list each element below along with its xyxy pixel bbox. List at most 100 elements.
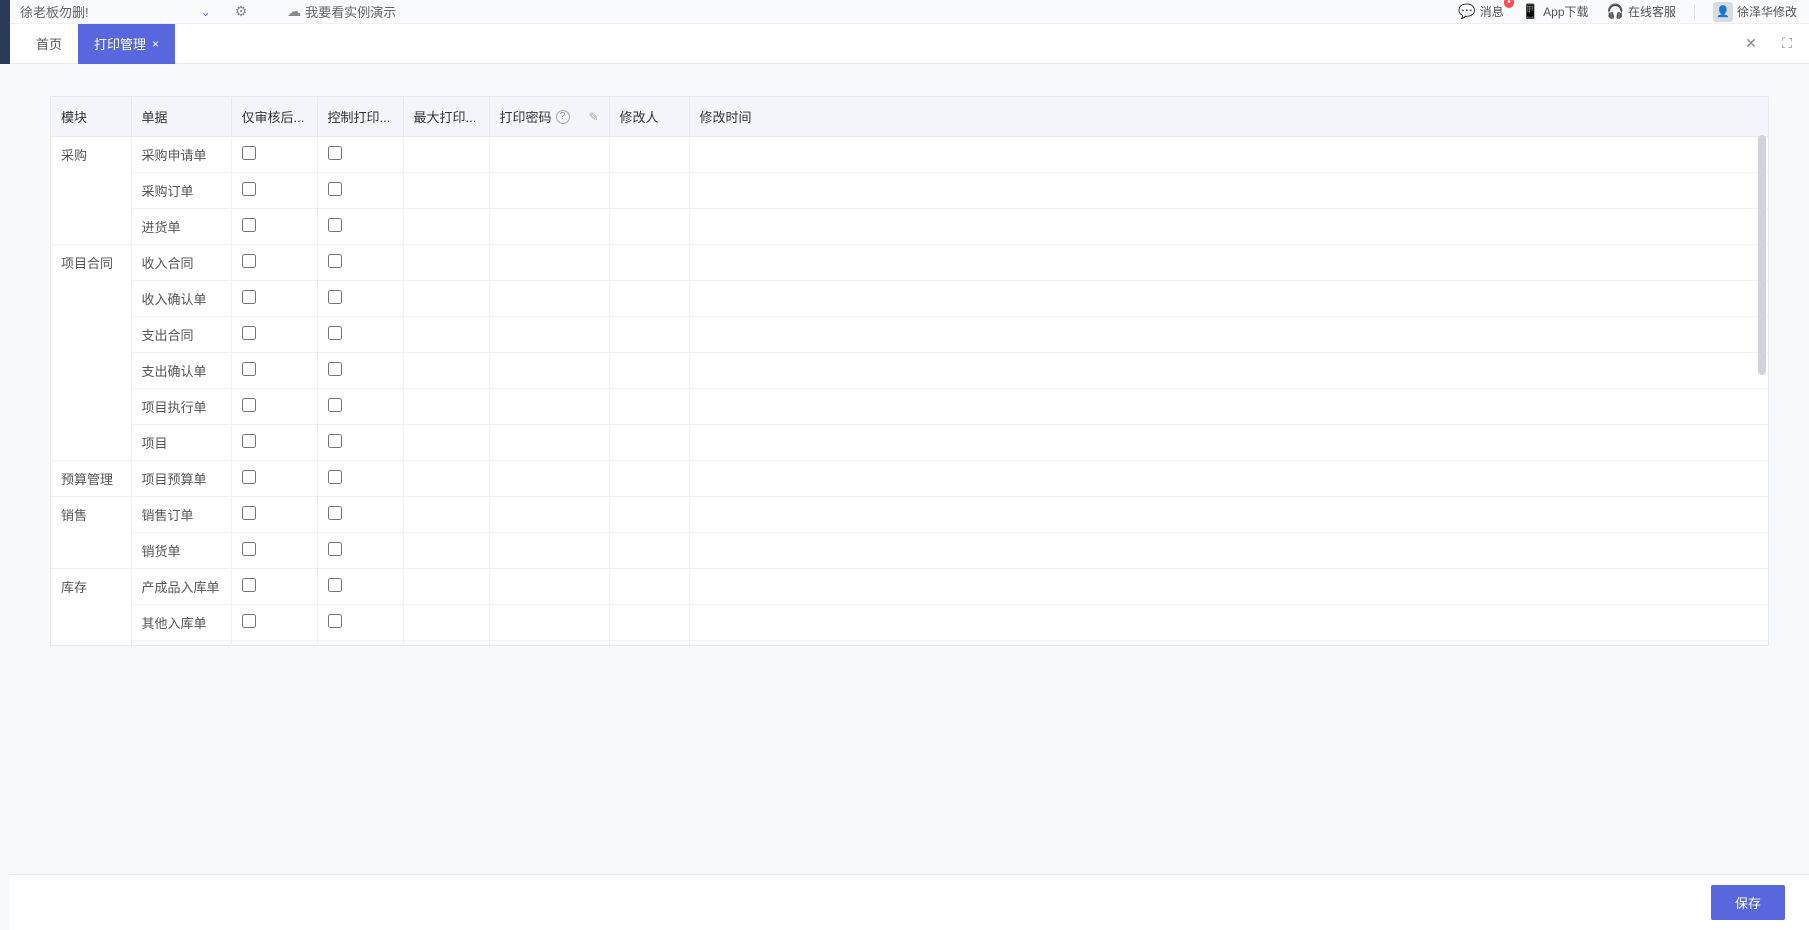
cell-after-audit [231,281,317,317]
after-audit-checkbox[interactable] [242,542,256,556]
control-print-checkbox[interactable] [328,614,342,628]
user-menu[interactable]: 👤 徐泽华修改 [1713,2,1797,22]
cell-max-print [403,209,489,245]
control-print-checkbox[interactable] [328,182,342,196]
save-button[interactable]: 保存 [1711,885,1785,920]
cell-max-print [403,641,489,647]
table-row: 其他入库单 [51,605,1768,641]
cell-print-password [489,641,609,647]
cell-max-print [403,533,489,569]
control-print-checkbox[interactable] [328,398,342,412]
cell-control-print [317,173,403,209]
online-service-link[interactable]: 🎧 在线客服 [1607,3,1676,20]
username-label: 徐泽华修改 [1737,3,1797,20]
cell-document: 收入确认单 [131,281,231,317]
cell-modify-time [689,461,1768,497]
table-row: 材料出库单 [51,641,1768,647]
online-service-label: 在线客服 [1628,3,1676,20]
control-print-checkbox[interactable] [328,542,342,556]
gear-icon[interactable]: ⚙ [235,3,248,20]
control-print-checkbox[interactable] [328,254,342,268]
after-audit-checkbox[interactable] [242,398,256,412]
app-download-link[interactable]: 📱 App下载 [1522,3,1589,20]
cell-control-print [317,281,403,317]
after-audit-checkbox[interactable] [242,254,256,268]
cell-max-print [403,353,489,389]
table-row: 销货单 [51,533,1768,569]
control-print-checkbox[interactable] [328,578,342,592]
cell-after-audit [231,641,317,647]
cell-print-password [489,533,609,569]
control-print-checkbox[interactable] [328,434,342,448]
cell-max-print [403,317,489,353]
cell-modify-time [689,173,1768,209]
table-row: 销售销售订单 [51,497,1768,533]
control-print-checkbox[interactable] [328,146,342,160]
after-audit-checkbox[interactable] [242,434,256,448]
control-print-checkbox[interactable] [328,290,342,304]
after-audit-checkbox[interactable] [242,578,256,592]
after-audit-checkbox[interactable] [242,362,256,376]
table-row: 采购订单 [51,173,1768,209]
control-print-checkbox[interactable] [328,218,342,232]
control-print-checkbox[interactable] [328,326,342,340]
cell-control-print [317,245,403,281]
org-title[interactable]: 徐老板勿删! [20,2,89,21]
cell-control-print [317,569,403,605]
cell-control-print [317,497,403,533]
demo-link-label: 我要看实例演示 [305,2,396,21]
after-audit-checkbox[interactable] [242,614,256,628]
cell-modify-time [689,137,1768,173]
table-row: 支出合同 [51,317,1768,353]
cell-print-password [489,209,609,245]
cell-print-password [489,173,609,209]
cell-modify-time [689,317,1768,353]
divider [1694,4,1695,20]
edit-icon[interactable]: ✎ [588,110,598,124]
cell-print-password [489,245,609,281]
th-document: 单据 [131,97,231,137]
cell-print-password [489,353,609,389]
control-print-checkbox[interactable] [328,506,342,520]
cell-document: 采购订单 [131,173,231,209]
cell-print-password [489,605,609,641]
tab-home[interactable]: 首页 [20,24,78,64]
after-audit-checkbox[interactable] [242,182,256,196]
messages-link[interactable]: 💬 消息 • [1458,3,1503,20]
cell-modifier [609,569,689,605]
cell-module: 采购 [51,137,131,245]
after-audit-checkbox[interactable] [242,218,256,232]
after-audit-checkbox[interactable] [242,326,256,340]
demo-link[interactable]: ☁ 我要看实例演示 [287,2,396,21]
after-audit-checkbox[interactable] [242,506,256,520]
after-audit-checkbox[interactable] [242,290,256,304]
control-print-checkbox[interactable] [328,470,342,484]
cell-modify-time [689,533,1768,569]
chevron-down-icon[interactable]: ⌄ [201,5,211,19]
table-container: 模块 单据 仅审核后... 控制打印... 最大打印... 打印密码 ? ✎ [50,96,1769,646]
cell-after-audit [231,425,317,461]
cell-after-audit [231,173,317,209]
cell-control-print [317,533,403,569]
top-header: 徐老板勿删! ⌄ ⚙ ☁ 我要看实例演示 💬 消息 • 📱 App下载 🎧 在线… [0,0,1809,24]
control-print-checkbox[interactable] [328,362,342,376]
cell-control-print [317,425,403,461]
tab-print-manage[interactable]: 打印管理 × [78,24,175,64]
th-module: 模块 [51,97,131,137]
after-audit-checkbox[interactable] [242,470,256,484]
help-icon[interactable]: ? [556,110,570,124]
close-icon[interactable]: × [152,37,159,51]
close-all-tabs-button[interactable]: ✕ [1737,30,1765,58]
cell-after-audit [231,245,317,281]
cell-after-audit [231,389,317,425]
cell-control-print [317,605,403,641]
cell-max-print [403,245,489,281]
cell-modify-time [689,605,1768,641]
scrollbar[interactable] [1758,135,1766,375]
cell-after-audit [231,569,317,605]
fullscreen-button[interactable]: ⛶ [1773,30,1801,58]
cell-modifier [609,317,689,353]
after-audit-checkbox[interactable] [242,146,256,160]
cell-max-print [403,137,489,173]
table-row: 库存产成品入库单 [51,569,1768,605]
